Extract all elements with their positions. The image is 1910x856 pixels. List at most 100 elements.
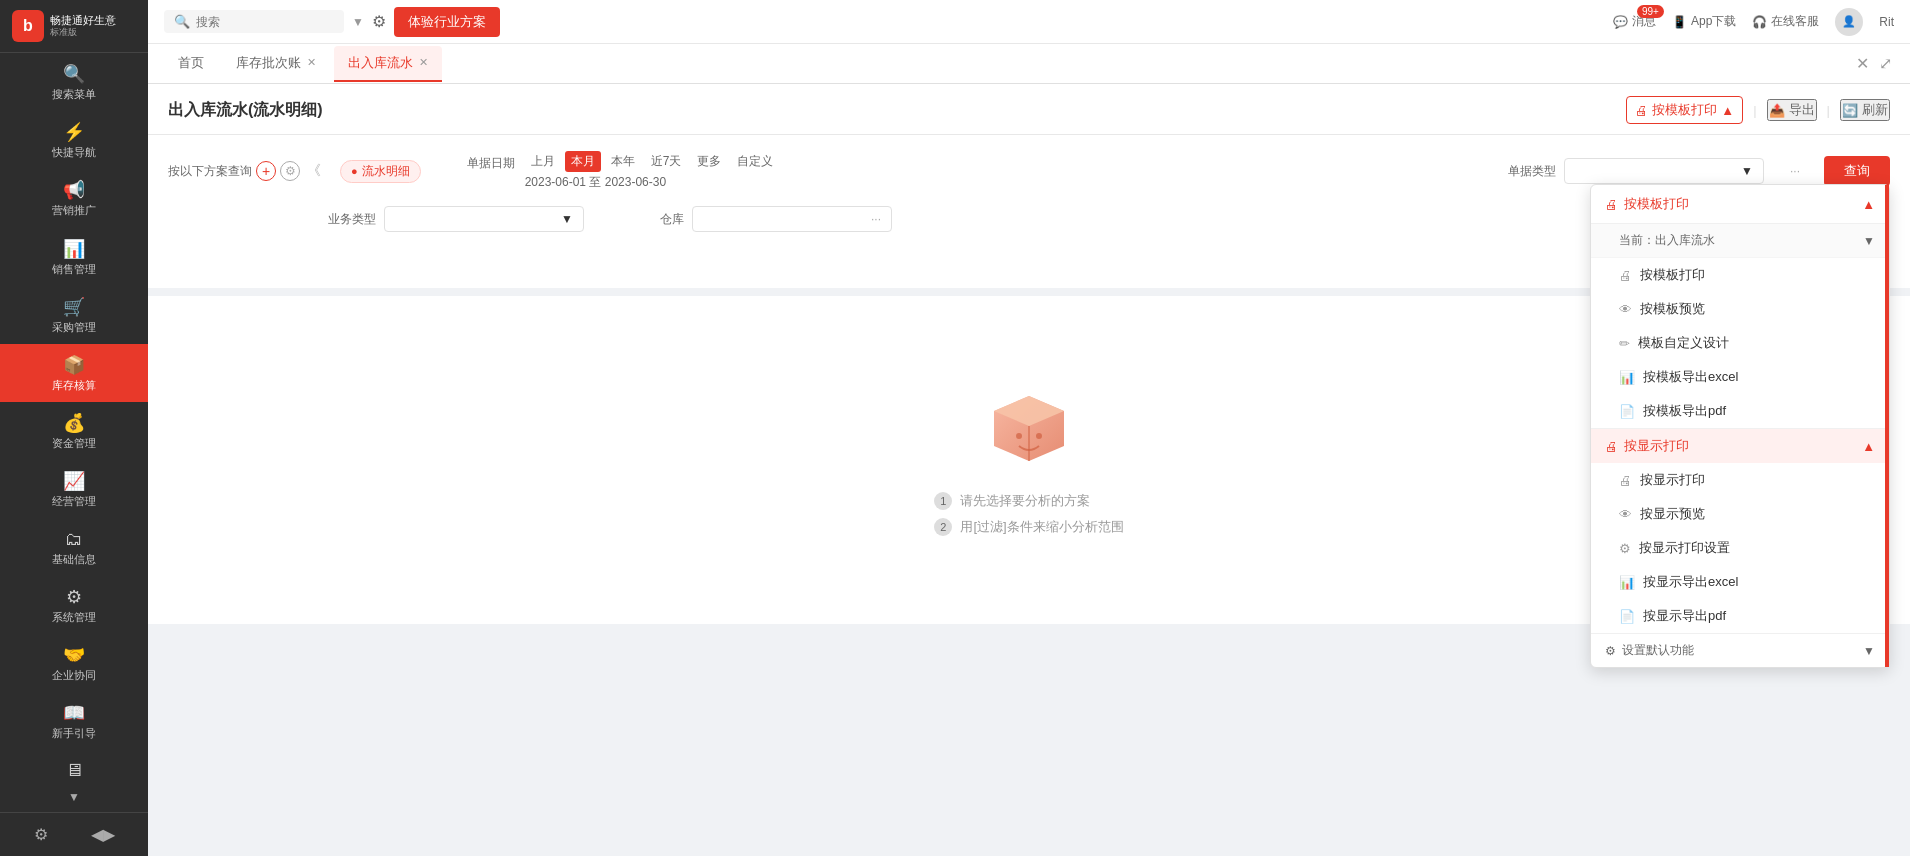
app-download-btn[interactable]: 📱 App下载: [1672, 13, 1736, 30]
settings-icon[interactable]: ⚙: [34, 825, 48, 844]
username-label[interactable]: Rit: [1879, 15, 1894, 29]
section2-chevron: ▲: [1862, 439, 1875, 454]
sidebar-item-quick-nav[interactable]: ⚡ 快捷导航: [0, 111, 148, 169]
footer-arrow: ▼: [1863, 644, 1875, 658]
filter-tag-icon: ●: [351, 165, 358, 177]
date-last7[interactable]: 近7天: [645, 151, 688, 172]
query-btn[interactable]: 查询: [1824, 156, 1890, 186]
dropdown-item-template-export-excel[interactable]: 📊 按模板导出excel: [1591, 360, 1889, 394]
sidebar-item-label: 搜索菜单: [52, 88, 96, 101]
online-service-btn[interactable]: 🎧 在线客服: [1752, 13, 1819, 30]
warehouse-label: 仓库: [660, 211, 684, 228]
date-options: 上月 本月 本年 近7天 更多 自定义: [525, 151, 780, 172]
sidebar-nav: 🔍 搜索菜单 ⚡ 快捷导航 📢 营销推广 📊 销售管理 🛒 采购管理 📦: [0, 53, 148, 782]
chevron-up-icon: ▲: [1721, 103, 1734, 118]
warehouse-more-icon: ···: [871, 212, 881, 226]
dropdown-item-template-custom[interactable]: ✏ 模板自定义设计: [1591, 326, 1889, 360]
tab-home-label: 首页: [178, 54, 204, 72]
date-custom[interactable]: 自定义: [731, 151, 779, 172]
dropdown-section2-header[interactable]: 🖨 按显示打印 ▲: [1591, 429, 1889, 463]
search-dropdown-icon[interactable]: ▼: [352, 15, 364, 29]
receipt-type-label: 单据类型: [1508, 163, 1556, 180]
tab-home[interactable]: 首页: [164, 46, 218, 82]
sidebar-item-app-center[interactable]: 🖥 应用中心: [0, 750, 148, 782]
sidebar-item-label: 新手引导: [52, 727, 96, 740]
quick-nav-icon: ⚡: [63, 121, 85, 143]
sidebar-item-purchase[interactable]: 🛒 采购管理: [0, 286, 148, 344]
search-input[interactable]: [196, 15, 316, 29]
sidebar-item-enterprise[interactable]: 🤝 企业协同: [0, 634, 148, 692]
template-print-btn[interactable]: 🖨 按模板打印 ▲: [1626, 96, 1743, 124]
filter-collapse-arrow[interactable]: 《: [304, 161, 324, 181]
display-print-icon2: 🖨: [1619, 473, 1632, 488]
dropdown-item-display-export-excel[interactable]: 📊 按显示导出excel: [1591, 565, 1889, 599]
dropdown-footer[interactable]: ⚙ 设置默认功能 ▼: [1591, 633, 1889, 667]
dropdown-item-template-print[interactable]: 🖨 按模板打印: [1591, 258, 1889, 292]
dropdown-current[interactable]: 当前：出入库流水 ▼: [1591, 224, 1889, 258]
sidebar-item-guide[interactable]: 📖 新手引导: [0, 692, 148, 750]
date-this-year[interactable]: 本年: [605, 151, 641, 172]
tab-flow-close[interactable]: ✕: [419, 57, 428, 68]
warehouse-select[interactable]: ···: [692, 206, 892, 232]
sidebar-item-search[interactable]: 🔍 搜索菜单: [0, 53, 148, 111]
filter-setting-btn[interactable]: ⚙: [280, 161, 300, 181]
search-icon: 🔍: [174, 14, 190, 29]
collapse-icon[interactable]: ◀▶: [91, 825, 115, 844]
headset-icon: 🎧: [1752, 15, 1767, 29]
tab-batch-label: 库存批次账: [236, 54, 301, 72]
dropdown-header[interactable]: 🖨 按模板打印 ▲: [1591, 185, 1889, 224]
divider2: |: [1827, 103, 1830, 118]
receipt-type-select[interactable]: ▼: [1564, 158, 1764, 184]
business-type-select[interactable]: ▼: [384, 206, 584, 232]
sidebar-item-operations[interactable]: 📈 经营管理: [0, 460, 148, 518]
dropdown-item-display-print-settings[interactable]: ⚙ 按显示打印设置: [1591, 531, 1889, 565]
tab-fullscreen-btn[interactable]: ⤢: [1877, 52, 1894, 75]
topbar-right: 💬 消息 99+ 📱 App下载 🎧 在线客服 👤 Rit: [1613, 8, 1894, 36]
refresh-btn[interactable]: 🔄 刷新: [1840, 99, 1890, 121]
dropdown-item-display-preview[interactable]: 👁 按显示预览: [1591, 497, 1889, 531]
tab-batch-close[interactable]: ✕: [307, 57, 316, 68]
business-type-dropdown-icon: ▼: [561, 212, 573, 226]
message-icon: 💬: [1613, 15, 1628, 29]
empty-step-1: 1 请先选择要分析的方案: [934, 492, 1123, 510]
date-last-month[interactable]: 上月: [525, 151, 561, 172]
dropdown-item-display-print[interactable]: 🖨 按显示打印: [1591, 463, 1889, 497]
sidebar-item-basics[interactable]: 🗂 基础信息: [0, 519, 148, 576]
sidebar-scroll-down[interactable]: ▼: [0, 786, 148, 808]
template-print-dropdown: 🖨 按模板打印 ▲ 当前：出入库流水 ▼ 🖨 按模板打印 👁 按模板预览: [1590, 184, 1890, 668]
sidebar-item-system[interactable]: ⚙ 系统管理: [0, 576, 148, 634]
industry-btn[interactable]: 体验行业方案: [394, 7, 500, 37]
dropdown-item-template-export-pdf[interactable]: 📄 按模板导出pdf: [1591, 394, 1889, 428]
sidebar-item-label: 资金管理: [52, 437, 96, 450]
sidebar-item-sales[interactable]: 📊 销售管理: [0, 228, 148, 286]
date-more[interactable]: 更多: [691, 151, 727, 172]
sidebar-item-finance[interactable]: 💰 资金管理: [0, 402, 148, 460]
dropdown-item-template-preview[interactable]: 👁 按模板预览: [1591, 292, 1889, 326]
date-this-month[interactable]: 本月: [565, 151, 601, 172]
step-num-1: 1: [934, 492, 952, 510]
svg-point-3: [1016, 433, 1022, 439]
avatar[interactable]: 👤: [1835, 8, 1863, 36]
filter-tag: ● 流水明细: [340, 160, 421, 183]
tab-flow-label: 出入库流水: [348, 54, 413, 72]
filter-add-btn[interactable]: +: [256, 161, 276, 181]
dropdown-current-arrow: ▼: [1863, 234, 1875, 248]
display-pdf-icon: 📄: [1619, 609, 1635, 624]
sidebar-item-label: 营销推广: [52, 204, 96, 217]
svg-point-4: [1036, 433, 1042, 439]
tab-close-all-btn[interactable]: ✕: [1854, 52, 1871, 75]
sidebar-item-label: 系统管理: [52, 611, 96, 624]
dropdown-item-display-export-pdf[interactable]: 📄 按显示导出pdf: [1591, 599, 1889, 633]
tab-flow[interactable]: 出入库流水 ✕: [334, 46, 442, 82]
sidebar-item-inventory[interactable]: 📦 库存核算: [0, 344, 148, 402]
message-btn[interactable]: 💬 消息 99+: [1613, 13, 1656, 30]
topbar-gear-icon[interactable]: ⚙: [372, 12, 386, 31]
date-label: 单据日期: [467, 155, 515, 172]
sidebar-item-label: 企业协同: [52, 669, 96, 682]
tab-batch[interactable]: 库存批次账 ✕: [222, 46, 330, 82]
export-btn[interactable]: 📤 导出: [1767, 99, 1817, 121]
content-area: 出入库流水(流水明细) 🖨 按模板打印 ▲ | 📤 导出 | 🔄: [148, 84, 1910, 856]
dropdown-chevron-up: ▲: [1862, 197, 1875, 212]
sidebar-item-marketing[interactable]: 📢 营销推广: [0, 169, 148, 227]
resize-handle[interactable]: [1885, 185, 1889, 667]
